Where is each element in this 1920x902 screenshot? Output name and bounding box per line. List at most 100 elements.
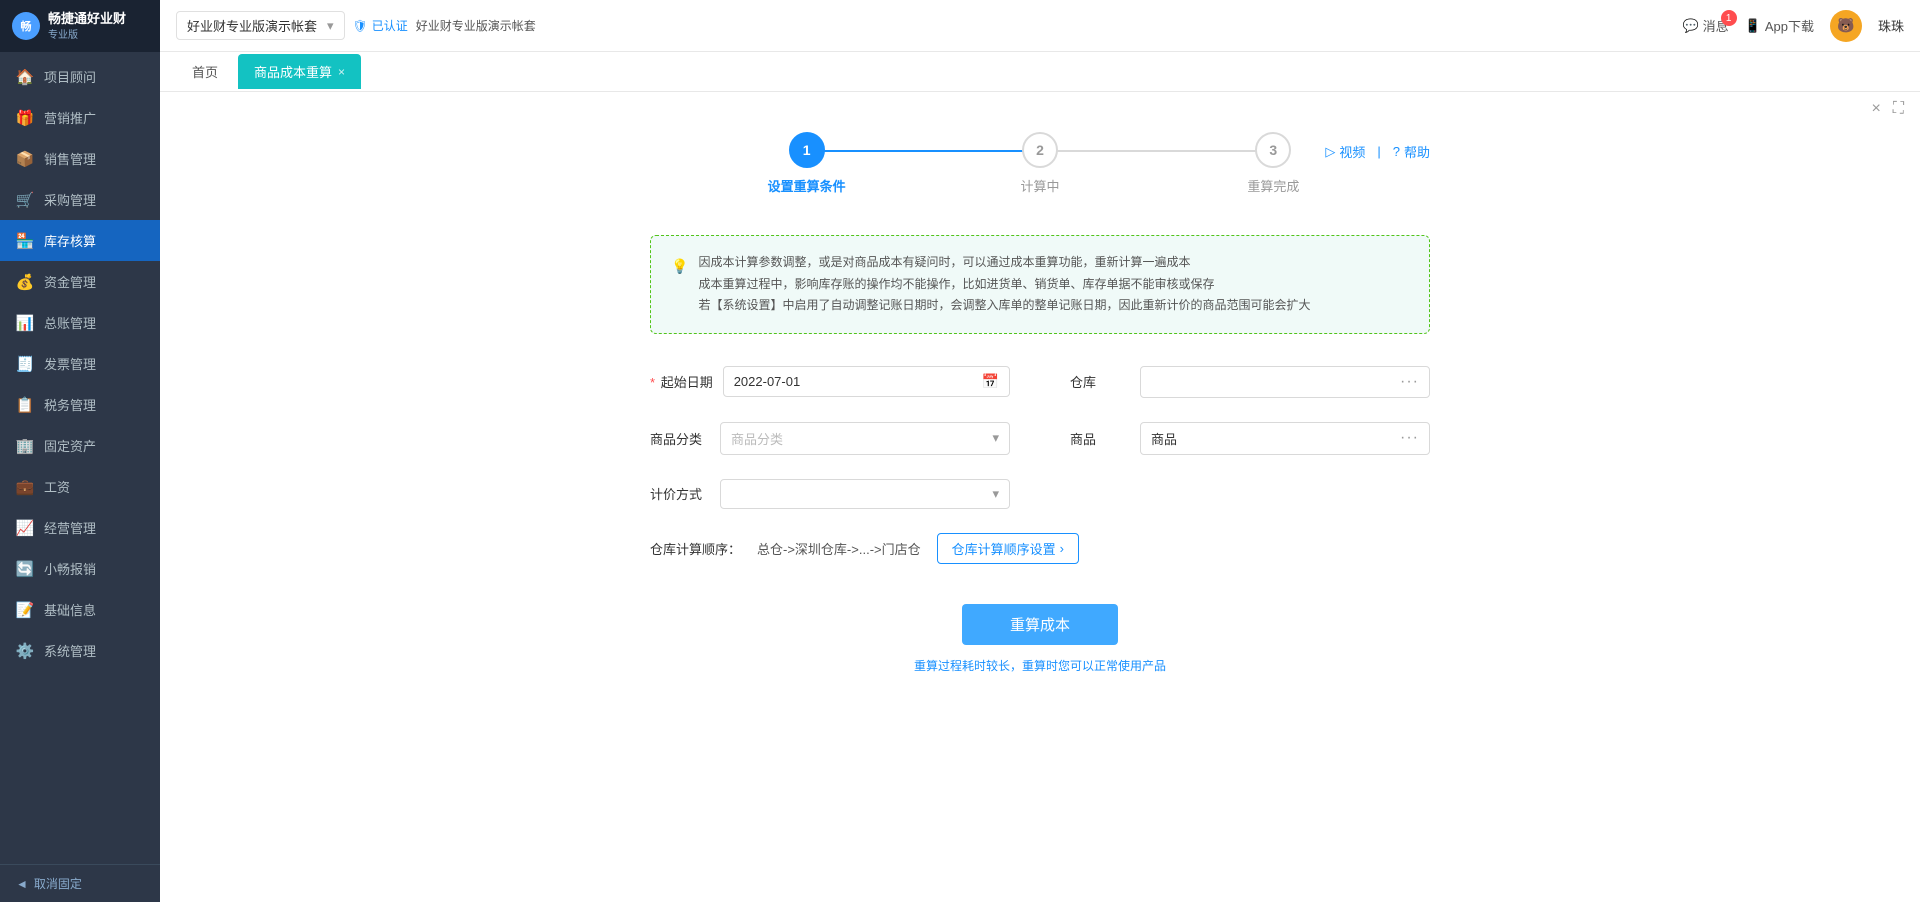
warehouse-label: 仓库	[1070, 372, 1130, 391]
sidebar-item-salary[interactable]: 💼 工资	[0, 466, 160, 507]
project-icon: 🏠	[16, 68, 34, 86]
sidebar-item-label-marketing: 营销推广	[44, 108, 96, 127]
calc-order-row: 仓库计算顺序： 总仓->深圳仓库->...->门店仓 仓库计算顺序设置 ›	[650, 533, 1430, 564]
product-input[interactable]: 商品 ···	[1140, 422, 1430, 455]
tabs-bar: 首页 商品成本重算 ×	[160, 52, 1920, 92]
sidebar: 畅 畅捷通好业财 专业版 🏠 项目顾问 🎁 营销推广 📦 销售管理 🛒 采购管理…	[0, 0, 160, 902]
tab-cost-recalc-label: 商品成本重算	[254, 62, 332, 81]
topbar: 好业财专业版演示帐套 ▾ 🛡 已认证 好业财专业版演示帐套 💬 消息 1 📱 A…	[160, 0, 1920, 52]
help-link[interactable]: ? 帮助	[1393, 142, 1430, 161]
sidebar-item-accounting[interactable]: 📊 总账管理	[0, 302, 160, 343]
stepper: 1 设置重算条件 2 计算中 3 重算完成	[650, 132, 1430, 195]
sidebar-item-label-sales: 销售管理	[44, 149, 96, 168]
account-selector[interactable]: 好业财专业版演示帐套 ▾	[176, 11, 345, 40]
unpin-icon: ◄	[16, 877, 28, 891]
category-group: 商品分类 商品分类 ▾	[650, 422, 1010, 455]
calc-order-btn-label: 仓库计算顺序设置	[952, 539, 1056, 558]
tax-icon: 📋	[16, 396, 34, 414]
form-row-3: 计价方式 ▾	[650, 479, 1430, 509]
expand-window-icon[interactable]: ⛶	[1893, 100, 1904, 118]
sidebar-item-label-operations: 经营管理	[44, 518, 96, 537]
sidebar-item-project[interactable]: 🏠 项目顾问	[0, 56, 160, 97]
product-placeholder: 商品	[1151, 429, 1177, 448]
notice-box: 💡 因成本计算参数调整，或是对商品成本有疑问时，可以通过成本重算功能，重新计算一…	[650, 235, 1430, 334]
inventory-icon: 🏪	[16, 232, 34, 250]
warehouse-more-icon: ···	[1400, 373, 1419, 391]
calc-order-btn-icon: ›	[1060, 541, 1064, 556]
notification-badge: 1	[1721, 10, 1737, 26]
calc-order-settings-button[interactable]: 仓库计算顺序设置 ›	[937, 533, 1079, 564]
avatar[interactable]: 🐻	[1830, 10, 1862, 42]
topbar-actions: 💬 消息 1 📱 App下载 🐻 珠珠	[1682, 10, 1904, 42]
sidebar-item-expense[interactable]: 🔄 小畅报销	[0, 548, 160, 589]
tab-cost-recalc[interactable]: 商品成本重算 ×	[238, 54, 361, 89]
step-1-circle: 1	[789, 132, 825, 168]
sidebar-item-label-accounting: 总账管理	[44, 313, 96, 332]
main-area: 好业财专业版演示帐套 ▾ 🛡 已认证 好业财专业版演示帐套 💬 消息 1 📱 A…	[160, 0, 1920, 902]
step-1-label: 设置重算条件	[768, 176, 846, 195]
divider: |	[1377, 144, 1380, 159]
sidebar-item-label-inventory: 库存核算	[44, 231, 96, 250]
sidebar-item-system[interactable]: ⚙️ 系统管理	[0, 630, 160, 671]
expense-icon: 🔄	[16, 560, 34, 578]
unpin-label: 取消固定	[34, 875, 82, 892]
account-chevron-icon: ▾	[327, 18, 334, 34]
sidebar-item-purchase[interactable]: 🛒 采购管理	[0, 179, 160, 220]
pricing-select[interactable]: ▾	[720, 479, 1010, 509]
sidebar-item-marketing[interactable]: 🎁 营销推广	[0, 97, 160, 138]
calendar-icon: 📅	[982, 373, 999, 390]
pricing-group: 计价方式 ▾	[650, 479, 1010, 509]
sidebar-item-assets[interactable]: 🏢 固定资产	[0, 425, 160, 466]
sidebar-item-operations[interactable]: 📈 经营管理	[0, 507, 160, 548]
notice-text: 因成本计算参数调整，或是对商品成本有疑问时，可以通过成本重算功能，重新计算一遍成…	[698, 252, 1310, 317]
sidebar-header: 畅 畅捷通好业财 专业版	[0, 0, 160, 52]
username[interactable]: 珠珠	[1878, 16, 1904, 35]
pricing-label: 计价方式	[650, 484, 710, 503]
pricing-chevron-icon: ▾	[992, 486, 999, 502]
sidebar-item-invoice[interactable]: 🧾 发票管理	[0, 343, 160, 384]
sidebar-footer[interactable]: ◄ 取消固定	[0, 864, 160, 902]
tab-home-label: 首页	[192, 65, 218, 80]
start-date-input[interactable]: 2022-07-01 📅	[723, 366, 1010, 397]
warehouse-group: 仓库 ···	[1070, 366, 1430, 398]
sidebar-item-label-basic: 基础信息	[44, 600, 96, 619]
phone-icon: 📱	[1745, 18, 1761, 34]
step-3-circle: 3	[1255, 132, 1291, 168]
tab-close-icon[interactable]: ×	[338, 65, 345, 79]
sidebar-item-inventory[interactable]: 🏪 库存核算	[0, 220, 160, 261]
step-2-label: 计算中	[1020, 176, 1059, 195]
start-date-label: * 起始日期	[650, 372, 713, 391]
step-3-label: 重算完成	[1247, 176, 1299, 195]
start-date-value: 2022-07-01	[734, 374, 801, 389]
submit-note: 重算过程耗时较长，重算时您可以正常使用产品	[914, 657, 1166, 674]
invoice-icon: 🧾	[16, 355, 34, 373]
sidebar-item-label-invoice: 发票管理	[44, 354, 96, 373]
message-action[interactable]: 💬 消息 1	[1682, 16, 1728, 35]
recalc-button[interactable]: 重算成本	[962, 604, 1118, 645]
sidebar-nav: 🏠 项目顾问 🎁 营销推广 📦 销售管理 🛒 采购管理 🏪 库存核算 💰 资金管…	[0, 52, 160, 864]
product-group: 商品 商品 ···	[1070, 422, 1430, 455]
sidebar-item-sales[interactable]: 📦 销售管理	[0, 138, 160, 179]
sidebar-item-label-project: 项目顾问	[44, 67, 96, 86]
sidebar-item-finance[interactable]: 💰 资金管理	[0, 261, 160, 302]
salary-icon: 💼	[16, 478, 34, 496]
step-2: 2 计算中	[923, 132, 1156, 195]
window-controls: × ⛶	[1871, 100, 1904, 118]
category-select[interactable]: 商品分类 ▾	[720, 422, 1010, 455]
product-more-icon: ···	[1400, 429, 1419, 447]
video-help-link[interactable]: ▷ 视频	[1325, 142, 1365, 161]
sidebar-item-label-salary: 工资	[44, 477, 70, 496]
sidebar-item-tax[interactable]: 📋 税务管理	[0, 384, 160, 425]
app-name: 畅捷通好业财	[48, 11, 126, 27]
sidebar-item-basic[interactable]: 📝 基础信息	[0, 589, 160, 630]
verified-text: 已认证	[372, 17, 408, 34]
close-window-icon[interactable]: ×	[1871, 100, 1880, 118]
warehouse-input[interactable]: ···	[1140, 366, 1430, 398]
basic-icon: 📝	[16, 601, 34, 619]
marketing-icon: 🎁	[16, 109, 34, 127]
app-logo-icon: 畅	[12, 12, 40, 40]
start-date-group: * 起始日期 2022-07-01 📅	[650, 366, 1010, 397]
purchase-icon: 🛒	[16, 191, 34, 209]
tab-home[interactable]: 首页	[176, 54, 234, 89]
app-download-action[interactable]: 📱 App下载	[1745, 16, 1814, 35]
